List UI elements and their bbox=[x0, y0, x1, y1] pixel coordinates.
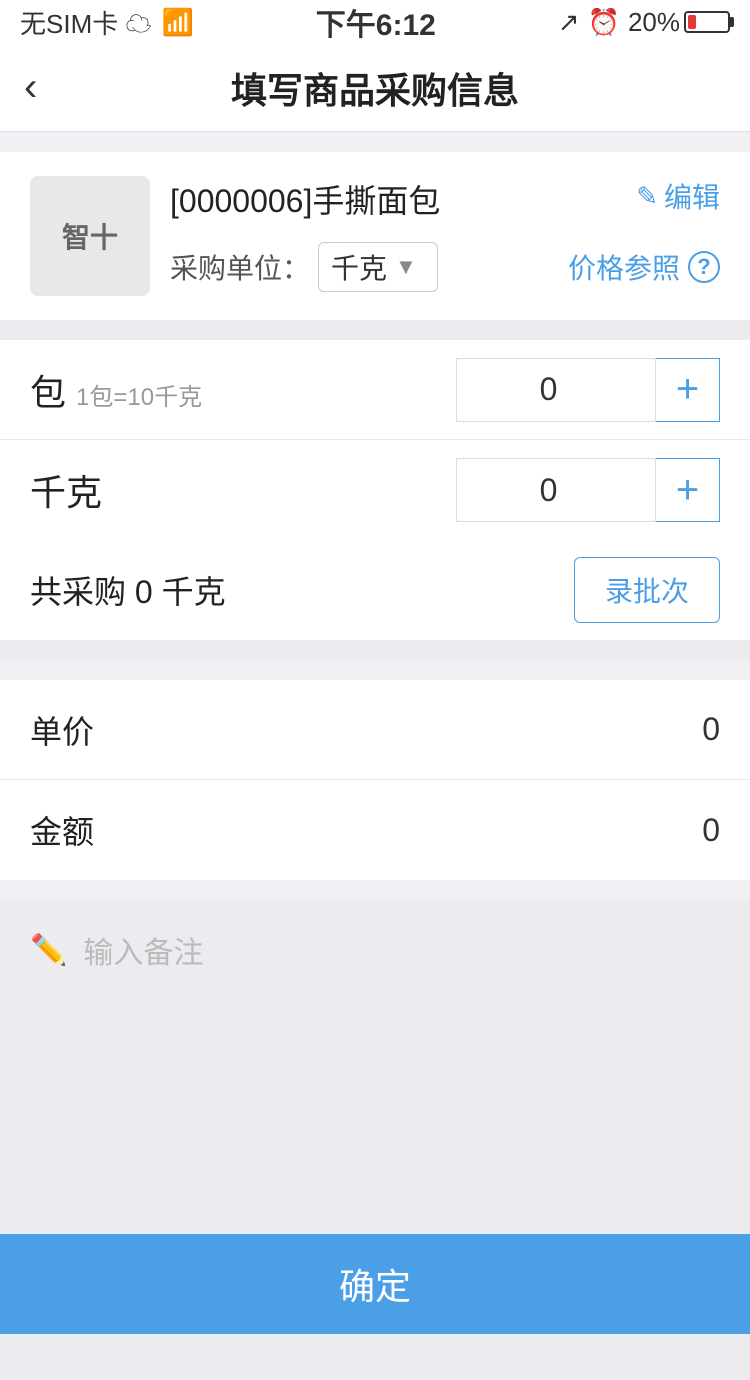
product-card: 智十 [0000006]手撕面包 ✎ 编辑 采购单位： 千克 ▼ 价格参照 ? bbox=[0, 152, 750, 320]
edit-label: 编辑 bbox=[664, 176, 720, 216]
bag-unit-label: 包 bbox=[30, 364, 66, 416]
remark-placeholder: 输入备注 bbox=[83, 928, 203, 972]
kg-input-controls: + bbox=[456, 458, 720, 522]
product-info: [0000006]手撕面包 ✎ 编辑 采购单位： 千克 ▼ 价格参照 ? bbox=[170, 176, 720, 292]
bag-unit-sub: 1包=10千克 bbox=[76, 377, 202, 412]
unit-price-row: 单价 0 bbox=[0, 680, 750, 780]
help-icon[interactable]: ? bbox=[688, 251, 720, 283]
location-icon: ↗ bbox=[558, 7, 580, 38]
pencil-icon: ✏️ bbox=[30, 933, 67, 968]
input-section: 包 1包=10千克 + 千克 + bbox=[0, 340, 750, 540]
unit-price-label: 单价 bbox=[30, 707, 94, 753]
product-name: [0000006]手撕面包 bbox=[170, 176, 440, 222]
batch-button[interactable]: 录批次 bbox=[574, 557, 720, 623]
status-time: 下午6:12 bbox=[316, 0, 436, 44]
status-left: 无SIM卡 ☁ 📶 bbox=[20, 4, 194, 41]
status-right: ↗ ⏰ 20% bbox=[558, 7, 730, 38]
section-divider-1 bbox=[0, 320, 750, 340]
bag-quantity-input[interactable] bbox=[456, 358, 656, 422]
wifi-icon: 📶 bbox=[161, 7, 193, 38]
product-unit-row: 采购单位： 千克 ▼ 价格参照 ? bbox=[170, 242, 720, 292]
amount-label: 金额 bbox=[30, 807, 94, 853]
status-bar: 无SIM卡 ☁ 📶 下午6:12 ↗ ⏰ 20% bbox=[0, 0, 750, 44]
battery-bar bbox=[684, 11, 730, 33]
bag-label-group: 包 1包=10千克 bbox=[30, 364, 456, 416]
battery-percent: 20% bbox=[628, 7, 680, 38]
remark-section[interactable]: ✏️ 输入备注 bbox=[0, 900, 750, 1000]
amount-value: 0 bbox=[702, 812, 720, 849]
kg-input-row: 千克 + bbox=[0, 440, 750, 540]
kg-quantity-input[interactable] bbox=[456, 458, 656, 522]
dropdown-arrow-icon: ▼ bbox=[395, 254, 417, 280]
alarm-icon: ⏰ bbox=[588, 7, 620, 38]
product-logo: 智十 bbox=[62, 216, 118, 256]
battery-indicator: 20% bbox=[628, 7, 730, 38]
bag-input-controls: + bbox=[456, 358, 720, 422]
unit-label: 采购单位： bbox=[170, 247, 310, 287]
unit-value: 千克 bbox=[331, 247, 387, 287]
price-ref-button[interactable]: 价格参照 ? bbox=[568, 247, 720, 287]
confirm-button[interactable]: 确定 bbox=[0, 1234, 750, 1334]
kg-plus-button[interactable]: + bbox=[656, 458, 720, 522]
product-image: 智十 bbox=[30, 176, 150, 296]
bag-input-row: 包 1包=10千克 + bbox=[0, 340, 750, 440]
sim-status: 无SIM卡 ☁ bbox=[20, 4, 151, 41]
battery-fill bbox=[688, 15, 696, 29]
kg-label-group: 千克 bbox=[30, 464, 456, 516]
amount-row: 金额 0 bbox=[0, 780, 750, 880]
page-title: 填写商品采购信息 bbox=[231, 62, 519, 114]
unit-select[interactable]: 千克 ▼ bbox=[318, 242, 438, 292]
edit-icon: ✎ bbox=[636, 181, 658, 212]
nav-bar: ‹ 填写商品采购信息 bbox=[0, 44, 750, 132]
unit-price-value: 0 bbox=[702, 711, 720, 748]
section-divider-2 bbox=[0, 640, 750, 660]
product-title-row: [0000006]手撕面包 ✎ 编辑 bbox=[170, 176, 720, 222]
price-ref-label: 价格参照 bbox=[568, 247, 680, 287]
price-section: 单价 0 金额 0 bbox=[0, 680, 750, 880]
back-button[interactable]: ‹ bbox=[24, 65, 37, 110]
bag-plus-button[interactable]: + bbox=[656, 358, 720, 422]
total-row: 共采购 0 千克 录批次 bbox=[0, 540, 750, 640]
kg-unit-label: 千克 bbox=[30, 464, 102, 516]
total-label: 共采购 0 千克 bbox=[30, 567, 226, 613]
edit-button[interactable]: ✎ 编辑 bbox=[636, 176, 720, 216]
